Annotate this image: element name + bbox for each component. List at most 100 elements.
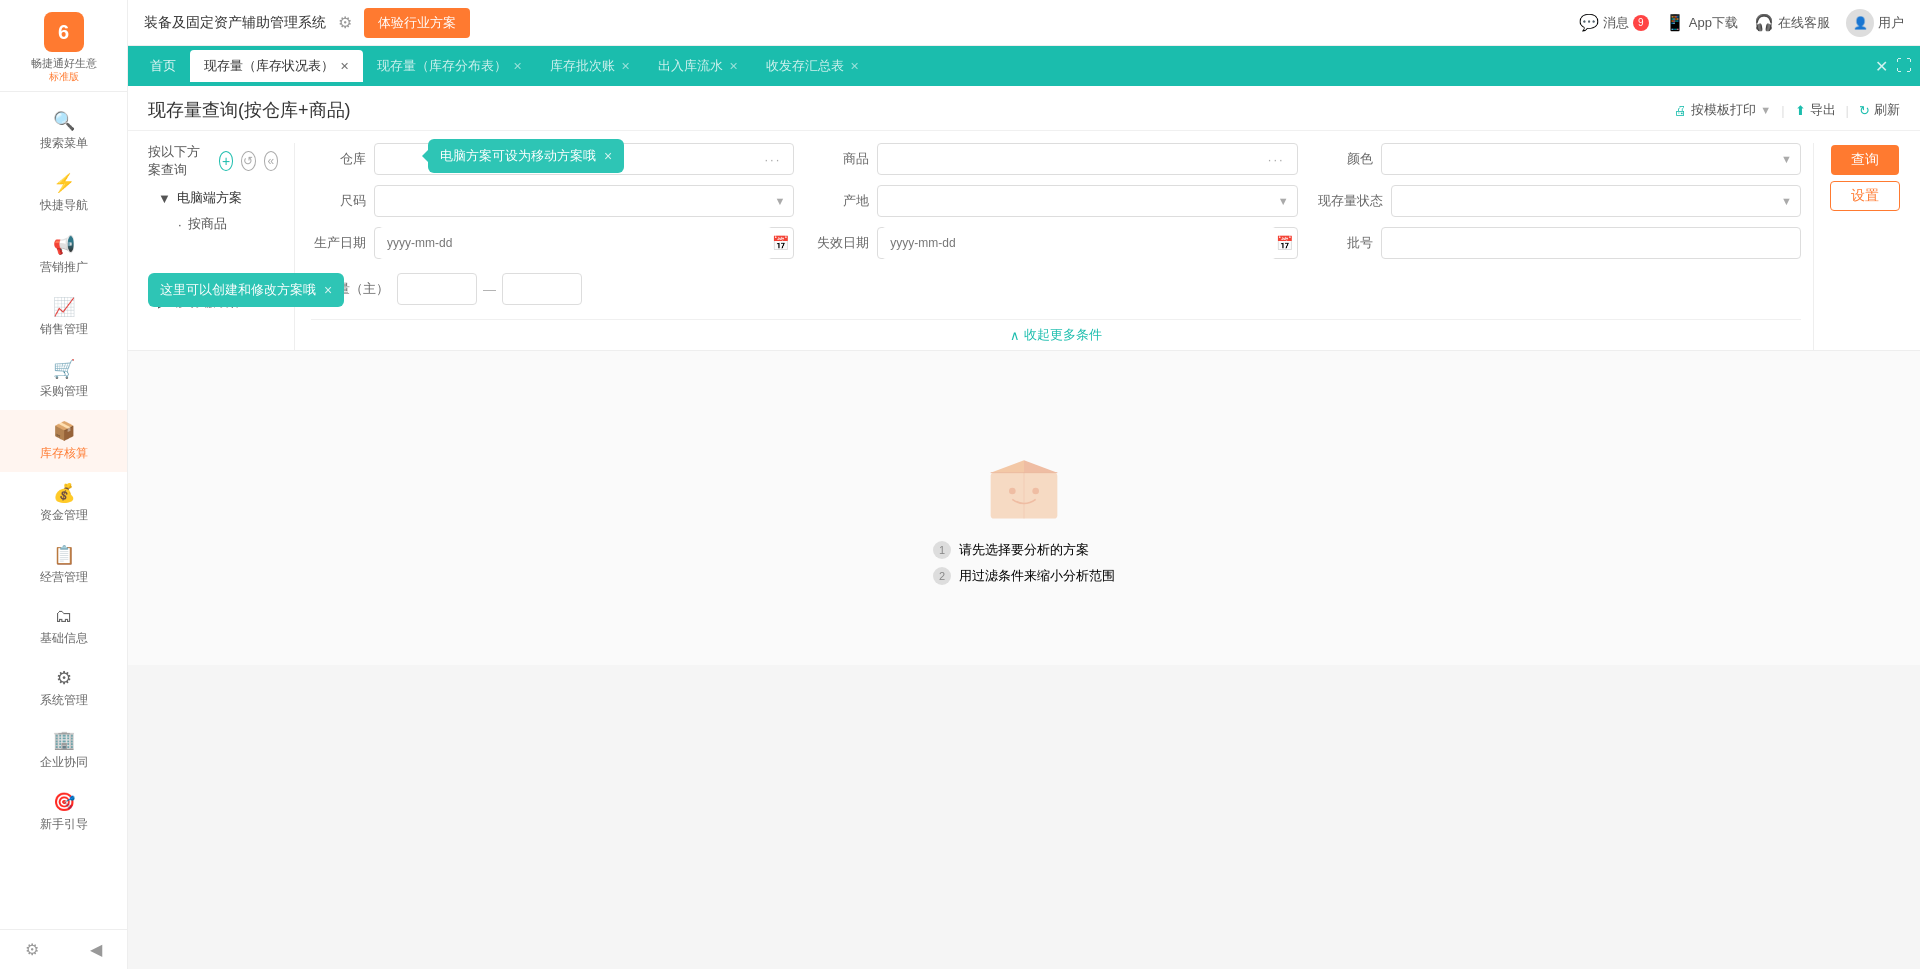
tab-bar-actions: ✕ ⛶ [1875, 57, 1912, 76]
sidebar-item-quick[interactable]: ⚡ 快捷导航 [0, 162, 127, 224]
scheme-child-goods[interactable]: · 按商品 [178, 215, 278, 233]
purchase-icon: 🛒 [53, 358, 75, 380]
svg-marker-2 [1024, 460, 1057, 473]
basic-icon: 🗂 [55, 606, 73, 627]
scheme-child-dot: · [178, 217, 182, 232]
tab-inventory-dist[interactable]: 现存量（库存分布表） ✕ [363, 50, 536, 82]
collapse-btn[interactable]: ∧ 收起更多条件 [311, 319, 1801, 350]
tab-close-icon[interactable]: ✕ [850, 60, 859, 73]
scheme-parent-desktop[interactable]: ▼ 电脑端方案 [158, 189, 278, 207]
tooltip1-close-btn[interactable]: × [604, 148, 612, 164]
sidebar-collapse-btn[interactable]: ◀ [90, 940, 102, 959]
empty-state: 1 请先选择要分析的方案 2 用过滤条件来缩小分析范围 [128, 351, 1920, 665]
size-chevron-icon: ▼ [774, 195, 785, 207]
batch-input[interactable] [1381, 227, 1801, 259]
print-btn[interactable]: 🖨 按模板打印 ▼ [1674, 101, 1771, 119]
tab-receive-summary[interactable]: 收发存汇总表 ✕ [752, 50, 873, 82]
industry-btn[interactable]: 体验行业方案 [364, 8, 470, 38]
header-support-action[interactable]: 🎧 在线客服 [1754, 13, 1830, 32]
export-icon: ⬆ [1795, 103, 1806, 118]
tab-close-all-btn[interactable]: ✕ [1875, 57, 1888, 76]
operations-icon: 📋 [53, 544, 75, 566]
sidebar-item-operations[interactable]: 📋 经营管理 [0, 534, 127, 596]
header-user-action[interactable]: 👤 用户 [1846, 9, 1904, 37]
tab-close-icon[interactable]: ✕ [729, 60, 738, 73]
tab-close-icon[interactable]: ✕ [340, 60, 349, 73]
tab-bar: 首页 现存量（库存状况表） ✕ 现存量（库存分布表） ✕ 库存批次账 ✕ 出入库… [128, 46, 1920, 86]
main-area: 装备及固定资产辅助管理系统 ⚙ 体验行业方案 💬 消息 9 📱 App下载 🎧 … [128, 0, 1920, 969]
tab-inventory-status[interactable]: 现存量（库存状况表） ✕ [190, 50, 363, 82]
tooltip2-close-btn[interactable]: × [324, 282, 332, 298]
color-select[interactable]: ▼ [1381, 143, 1801, 175]
message-badge: 9 [1633, 15, 1649, 31]
search-btn[interactable]: 查询 [1831, 145, 1899, 175]
tooltip-scheme-mobile: 电脑方案可设为移动方案哦 × [428, 139, 624, 173]
header-right: 💬 消息 9 📱 App下载 🎧 在线客服 👤 用户 [1579, 9, 1904, 37]
page-actions: 🖨 按模板打印 ▼ | ⬆ 导出 | ↻ 刷新 [1674, 101, 1900, 119]
scheme-tree: ▼ 电脑端方案 · 按商品 这里可以创建和修改方案哦 [158, 189, 278, 311]
guide-icon: 🎯 [53, 791, 75, 813]
warehouse-dots-btn[interactable]: ··· [764, 152, 781, 167]
filter-area: 按以下方案查询 + ↺ « 电脑方案可设为移动方案哦 × [128, 130, 1920, 350]
support-icon: 🎧 [1754, 13, 1774, 32]
filter-produce-date: 生产日期 📅 [311, 227, 794, 259]
origin-select[interactable]: ▼ [877, 185, 1297, 217]
sidebar-item-guide[interactable]: 🎯 新手引导 [0, 781, 127, 843]
sidebar-item-basic[interactable]: 🗂 基础信息 [0, 596, 127, 657]
tooltip-scheme-edit: 这里可以创建和修改方案哦 × [148, 273, 344, 307]
stock-status-chevron-icon: ▼ [1781, 195, 1792, 207]
size-select[interactable]: ▼ [374, 185, 794, 217]
sidebar-item-marketing[interactable]: 📢 营销推广 [0, 224, 127, 286]
header-app-action[interactable]: 📱 App下载 [1665, 13, 1738, 32]
sidebar-item-system[interactable]: ⚙ 系统管理 [0, 657, 127, 719]
filter-batch: 批号 [1318, 227, 1801, 259]
header-settings-icon[interactable]: ⚙ [338, 13, 352, 32]
refresh-btn[interactable]: ↻ 刷新 [1859, 101, 1900, 119]
produce-date-input[interactable] [379, 227, 772, 259]
filter-stock-status: 现存量状态 ▼ [1318, 185, 1801, 217]
sidebar-settings-btn[interactable]: ⚙ [25, 940, 39, 959]
sidebar-item-inventory[interactable]: 📦 库存核算 [0, 410, 127, 472]
filter-goods: 商品 ··· [814, 143, 1297, 175]
print-chevron-icon: ▼ [1760, 104, 1771, 116]
tab-inout-flow[interactable]: 出入库流水 ✕ [644, 50, 752, 82]
stock-qty-min-input[interactable] [397, 273, 477, 305]
empty-text: 1 请先选择要分析的方案 2 用过滤条件来缩小分析范围 [933, 541, 1115, 585]
system-icon: ⚙ [56, 667, 72, 689]
sidebar-item-finance[interactable]: 💰 资金管理 [0, 472, 127, 534]
message-icon: 💬 [1579, 13, 1599, 32]
sidebar-item-enterprise[interactable]: 🏢 企业协同 [0, 719, 127, 781]
sidebar-item-search[interactable]: 🔍 搜索菜单 [0, 100, 127, 162]
sales-icon: 📈 [53, 296, 75, 318]
filter-origin: 产地 ▼ [814, 185, 1297, 217]
sidebar-item-purchase[interactable]: 🛒 采购管理 [0, 348, 127, 410]
stock-qty-max-input[interactable] [502, 273, 582, 305]
sidebar-item-sales[interactable]: 📈 销售管理 [0, 286, 127, 348]
svg-point-6 [1032, 488, 1039, 495]
sidebar-logo: 6 畅捷通好生意 标准版 [0, 0, 127, 92]
filter-row2: 尺码 ▼ 产地 ▼ [311, 185, 1801, 227]
filter-main: 按以下方案查询 + ↺ « 电脑方案可设为移动方案哦 × [148, 143, 1900, 350]
filter-row4: 现存量（主） — [311, 273, 1801, 315]
produce-date-calendar-icon[interactable]: 📅 [772, 235, 789, 251]
stock-status-select[interactable]: ▼ [1391, 185, 1801, 217]
enterprise-icon: 🏢 [53, 729, 75, 751]
filter-reset-btn[interactable]: ↺ [241, 151, 255, 171]
reset-btn[interactable]: 设置 [1830, 181, 1900, 211]
expire-date-input[interactable] [882, 227, 1275, 259]
tab-batch-account[interactable]: 库存批次账 ✕ [536, 50, 644, 82]
tab-home[interactable]: 首页 [136, 57, 190, 75]
filter-add-btn[interactable]: + [219, 151, 233, 171]
header-message-action[interactable]: 💬 消息 9 [1579, 13, 1649, 32]
goods-input[interactable] [886, 144, 1263, 174]
export-btn[interactable]: ⬆ 导出 [1795, 101, 1836, 119]
print-icon: 🖨 [1674, 103, 1687, 118]
expire-date-calendar-icon[interactable]: 📅 [1276, 235, 1293, 251]
tab-expand-btn[interactable]: ⛶ [1896, 57, 1912, 76]
goods-dots-btn[interactable]: ··· [1268, 152, 1285, 167]
system-name: 装备及固定资产辅助管理系统 [144, 14, 326, 32]
tab-close-icon[interactable]: ✕ [621, 60, 630, 73]
tab-close-icon[interactable]: ✕ [513, 60, 522, 73]
filter-back-btn[interactable]: « [264, 151, 278, 171]
sidebar-bottom: ⚙ ◀ [0, 929, 127, 969]
